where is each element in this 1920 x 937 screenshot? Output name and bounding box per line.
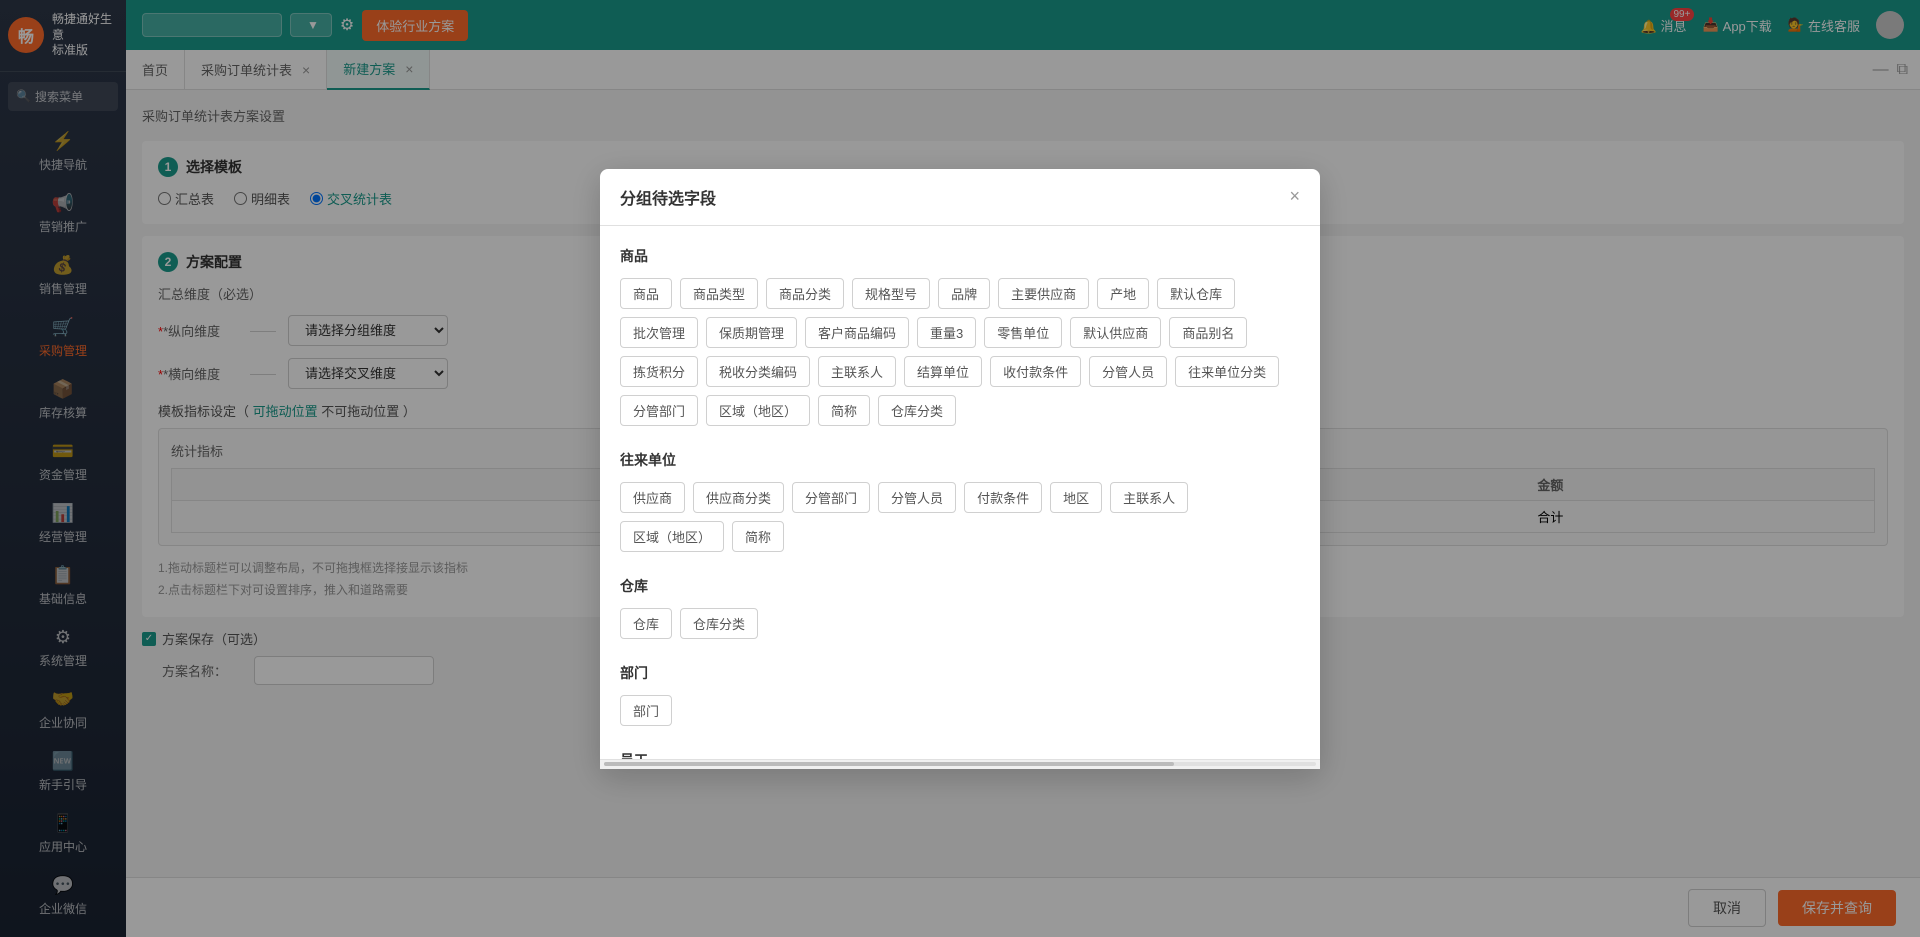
field-goods-manager[interactable]: 分管人员 <box>1089 356 1167 387</box>
field-goods-alias[interactable]: 商品别名 <box>1169 317 1247 348</box>
modal-body: 商品 商品 商品类型 商品分类 规格型号 品牌 主要供应商 产地 默认仓库 批次… <box>600 226 1320 760</box>
field-goods-settlement-unit[interactable]: 结算单位 <box>904 356 982 387</box>
field-partner-payment[interactable]: 付款条件 <box>964 482 1042 513</box>
horizontal-scrollbar-track[interactable] <box>604 762 1316 766</box>
field-goods-payment-terms[interactable]: 收付款条件 <box>990 356 1081 387</box>
field-dept-name[interactable]: 部门 <box>620 695 672 726</box>
modal-overlay: 分组待选字段 × 商品 商品 商品类型 商品分类 规格型号 品牌 主要供应商 产… <box>0 0 1920 937</box>
field-warehouse-type[interactable]: 仓库分类 <box>680 608 758 639</box>
field-goods-warehouse-type[interactable]: 仓库分类 <box>878 395 956 426</box>
modal-title: 分组待选字段 <box>620 185 716 209</box>
field-partner-dept[interactable]: 分管部门 <box>792 482 870 513</box>
field-goods-origin[interactable]: 产地 <box>1097 278 1149 309</box>
horizontal-scrollbar-thumb[interactable] <box>604 762 1174 766</box>
section-department: 部门 部门 <box>620 663 1300 726</box>
section-warehouse-title: 仓库 <box>620 576 1300 596</box>
field-partner-region[interactable]: 地区 <box>1050 482 1102 513</box>
modal: 分组待选字段 × 商品 商品 商品类型 商品分类 规格型号 品牌 主要供应商 产… <box>600 169 1320 769</box>
field-goods-main-supplier[interactable]: 主要供应商 <box>998 278 1089 309</box>
field-goods-pick-score[interactable]: 拣货积分 <box>620 356 698 387</box>
section-partners: 往来单位 供应商 供应商分类 分管部门 分管人员 付款条件 地区 主联系人 区域… <box>620 450 1300 552</box>
field-goods-region[interactable]: 区域（地区） <box>706 395 810 426</box>
field-goods-shelf-life[interactable]: 保质期管理 <box>706 317 797 348</box>
field-warehouse-name[interactable]: 仓库 <box>620 608 672 639</box>
field-goods-default-warehouse[interactable]: 默认仓库 <box>1157 278 1235 309</box>
modal-close-btn[interactable]: × <box>1289 186 1300 207</box>
goods-field-grid: 商品 商品类型 商品分类 规格型号 品牌 主要供应商 产地 默认仓库 批次管理 … <box>620 278 1300 426</box>
field-partner-supplier-type[interactable]: 供应商分类 <box>693 482 784 513</box>
partners-field-grid: 供应商 供应商分类 分管部门 分管人员 付款条件 地区 主联系人 区域（地区） … <box>620 482 1300 552</box>
modal-scrollbar-area <box>600 759 1320 768</box>
field-partner-region2[interactable]: 区域（地区） <box>620 521 724 552</box>
field-goods-name[interactable]: 商品 <box>620 278 672 309</box>
section-department-title: 部门 <box>620 663 1300 683</box>
modal-header: 分组待选字段 × <box>600 169 1320 226</box>
field-goods-from-unit-type[interactable]: 往来单位分类 <box>1175 356 1279 387</box>
section-goods-title: 商品 <box>620 246 1300 266</box>
section-warehouse: 仓库 仓库 仓库分类 <box>620 576 1300 639</box>
field-goods-default-supplier[interactable]: 默认供应商 <box>1070 317 1161 348</box>
section-staff: 员工 业务员 <box>620 750 1300 760</box>
field-goods-brand[interactable]: 品牌 <box>938 278 990 309</box>
dept-field-grid: 部门 <box>620 695 1300 726</box>
warehouse-field-grid: 仓库 仓库分类 <box>620 608 1300 639</box>
field-goods-type[interactable]: 商品类型 <box>680 278 758 309</box>
section-partners-title: 往来单位 <box>620 450 1300 470</box>
field-goods-retail-unit[interactable]: 零售单位 <box>984 317 1062 348</box>
field-goods-contact[interactable]: 主联系人 <box>818 356 896 387</box>
field-partner-contact[interactable]: 主联系人 <box>1110 482 1188 513</box>
field-partner-manager[interactable]: 分管人员 <box>878 482 956 513</box>
field-goods-batch[interactable]: 批次管理 <box>620 317 698 348</box>
field-goods-spec[interactable]: 规格型号 <box>852 278 930 309</box>
field-partner-supplier[interactable]: 供应商 <box>620 482 685 513</box>
field-goods-customer-code[interactable]: 客户商品编码 <box>805 317 909 348</box>
field-partner-short[interactable]: 简称 <box>732 521 784 552</box>
field-goods-tax-code[interactable]: 税收分类编码 <box>706 356 810 387</box>
field-goods-weight3[interactable]: 重量3 <box>917 317 976 348</box>
section-goods: 商品 商品 商品类型 商品分类 规格型号 品牌 主要供应商 产地 默认仓库 批次… <box>620 246 1300 426</box>
field-goods-short[interactable]: 简称 <box>818 395 870 426</box>
section-staff-title: 员工 <box>620 750 1300 760</box>
field-goods-dept[interactable]: 分管部门 <box>620 395 698 426</box>
field-goods-category[interactable]: 商品分类 <box>766 278 844 309</box>
